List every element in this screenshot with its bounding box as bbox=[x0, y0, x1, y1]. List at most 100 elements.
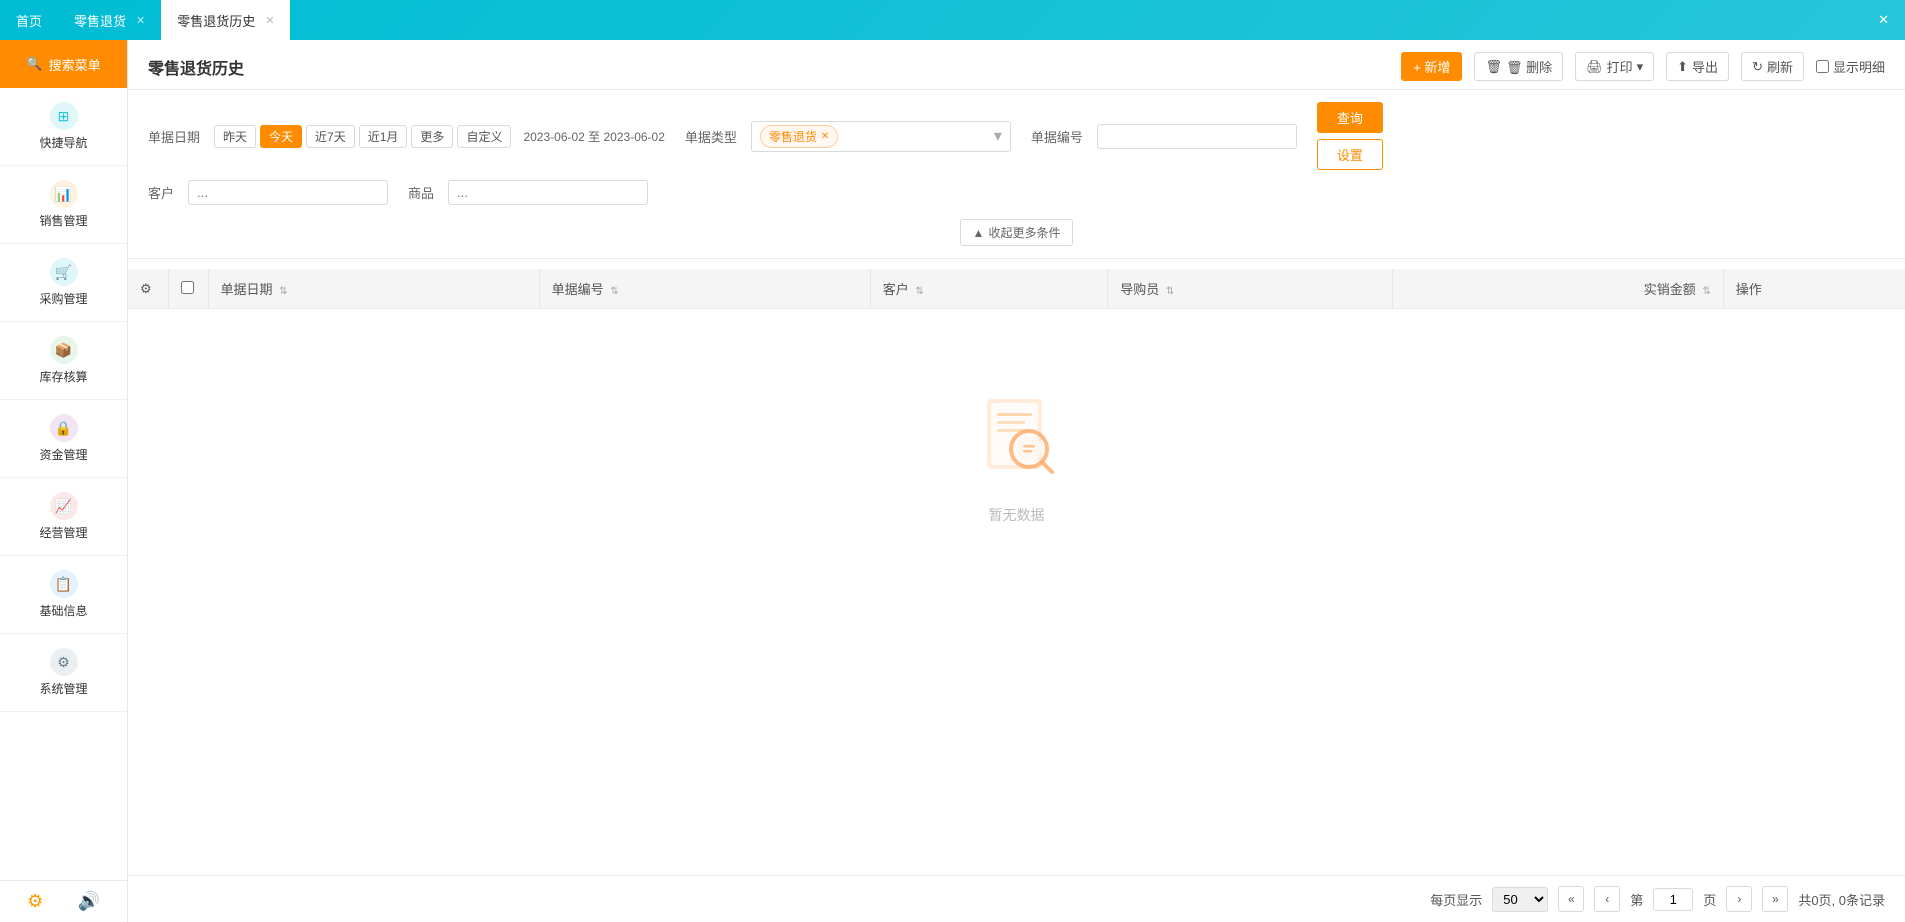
system-icon: ⚙ bbox=[50, 648, 78, 676]
th-amount[interactable]: 实销金额 ⇅ bbox=[1392, 269, 1723, 309]
th-action: 操作 bbox=[1723, 269, 1905, 309]
window-close-btn[interactable]: ✕ bbox=[1878, 12, 1905, 28]
customer-filter-input[interactable] bbox=[188, 180, 388, 205]
sidebar-item-operations[interactable]: 📈 经营管理 bbox=[0, 478, 127, 556]
date-btn-7days[interactable]: 近7天 bbox=[306, 125, 355, 148]
refresh-label: 刷新 bbox=[1767, 57, 1793, 76]
th-date-sort-icon: ⇅ bbox=[279, 286, 287, 297]
sidebar-item-quick-nav-label: 快捷导航 bbox=[39, 134, 87, 151]
date-btn-1month[interactable]: 近1月 bbox=[359, 125, 408, 148]
sidebar-item-sales-label: 销售管理 bbox=[39, 212, 87, 229]
tab-home[interactable]: + 新增 首页 bbox=[0, 0, 58, 40]
empty-state-row: 暂无数据 bbox=[128, 309, 1905, 606]
empty-state: 暂无数据 bbox=[128, 309, 1905, 605]
sidebar-search[interactable]: 🔍 搜索菜单 bbox=[0, 40, 127, 88]
tab-retail-return-close[interactable]: ✕ bbox=[136, 14, 145, 27]
empty-illustration bbox=[967, 389, 1067, 489]
sidebar-item-purchase[interactable]: 🛒 采购管理 bbox=[0, 244, 127, 322]
date-btn-yesterday[interactable]: 昨天 bbox=[214, 125, 256, 148]
page-suffix: 页 bbox=[1703, 890, 1716, 909]
sidebar-item-sales[interactable]: 📊 销售管理 bbox=[0, 166, 127, 244]
customer-filter-group: 客户 bbox=[148, 180, 388, 205]
collapse-btn-wrapper: ▲ 收起更多条件 bbox=[148, 215, 1885, 246]
type-select-chevron: ▾ bbox=[994, 126, 1002, 146]
collapse-label: 收起更多条件 bbox=[988, 224, 1060, 241]
search-icon: 🔍 bbox=[26, 56, 42, 72]
refresh-icon: ↻ bbox=[1752, 59, 1763, 75]
filter-setting-button[interactable]: 设置 bbox=[1317, 139, 1383, 170]
sidebar-item-system[interactable]: ⚙ 系统管理 bbox=[0, 634, 127, 712]
finance-icon: 🔒 bbox=[50, 414, 78, 442]
tab-retail-return-history-close[interactable]: ✕ bbox=[265, 14, 274, 27]
type-tag-close[interactable]: ✕ bbox=[821, 131, 829, 142]
page-last-btn[interactable]: » bbox=[1762, 886, 1788, 912]
goods-filter-input[interactable] bbox=[448, 180, 648, 205]
print-button[interactable]: 🖨 打印 ▾ bbox=[1575, 52, 1654, 81]
show-detail-checkbox-label[interactable]: 显示明细 bbox=[1816, 57, 1885, 76]
goods-filter-group: 商品 bbox=[408, 180, 648, 205]
th-guide-label: 导购员 bbox=[1120, 282, 1159, 297]
sidebar-search-label: 搜索菜单 bbox=[49, 55, 101, 74]
export-button[interactable]: ⬆ 导出 bbox=[1666, 52, 1729, 81]
page-input[interactable] bbox=[1653, 888, 1693, 911]
sidebar-item-finance-label: 资金管理 bbox=[39, 446, 87, 463]
print-label: 打印 bbox=[1607, 57, 1633, 76]
query-button[interactable]: 查询 bbox=[1317, 102, 1383, 133]
delete-button[interactable]: 🗑 🗑 删除 bbox=[1474, 52, 1563, 81]
tab-retail-return-history[interactable]: 零售退货历史 ✕ bbox=[161, 0, 290, 40]
page-next-btn[interactable]: › bbox=[1726, 886, 1752, 912]
date-btn-today[interactable]: 今天 bbox=[260, 125, 302, 148]
collapse-icon: ▲ bbox=[973, 226, 985, 240]
th-customer[interactable]: 客户 ⇅ bbox=[870, 269, 1108, 309]
sidebar-item-basic-info[interactable]: 📋 基础信息 bbox=[0, 556, 127, 634]
inventory-icon: 📦 bbox=[50, 336, 78, 364]
collapse-btn[interactable]: ▲ 收起更多条件 bbox=[960, 219, 1074, 246]
sales-icon: 📊 bbox=[50, 180, 78, 208]
th-action-label: 操作 bbox=[1736, 282, 1762, 297]
filter-actions: 查询 设置 bbox=[1317, 102, 1383, 170]
operations-icon: 📈 bbox=[50, 492, 78, 520]
quick-nav-icon: ⊞ bbox=[50, 102, 78, 130]
sidebar-item-quick-nav[interactable]: ⊞ 快捷导航 bbox=[0, 88, 127, 166]
empty-state-cell: 暂无数据 bbox=[128, 309, 1905, 606]
date-btn-custom[interactable]: 自定义 bbox=[457, 125, 511, 148]
th-date[interactable]: 单据日期 ⇅ bbox=[208, 269, 539, 309]
table-area: ⚙ 单据日期 ⇅ 单据编号 ⇅ 客户 ⇅ bbox=[128, 259, 1905, 875]
show-detail-label: 显示明细 bbox=[1833, 57, 1885, 76]
tab-retail-return[interactable]: 零售退货 ✕ bbox=[58, 0, 161, 40]
settings-bottom-icon[interactable]: ⚙ bbox=[27, 891, 43, 912]
sidebar-item-inventory[interactable]: 📦 库存核算 bbox=[0, 322, 127, 400]
purchase-icon: 🛒 bbox=[50, 258, 78, 286]
sidebar-item-inventory-label: 库存核算 bbox=[39, 368, 87, 385]
page-header: 零售退货历史 + 新增 🗑 🗑 删除 🖨 打印 ▾ ⬆ 导出 ↻ bbox=[128, 40, 1905, 90]
select-all-checkbox[interactable] bbox=[181, 281, 194, 294]
th-number[interactable]: 单据编号 ⇅ bbox=[539, 269, 870, 309]
th-number-sort-icon: ⇅ bbox=[610, 286, 618, 297]
refresh-button[interactable]: ↻ 刷新 bbox=[1741, 52, 1804, 81]
basic-info-icon: 📋 bbox=[50, 570, 78, 598]
tab-home-label: 首页 bbox=[16, 11, 42, 30]
print-chevron-icon: ▾ bbox=[1637, 59, 1644, 75]
th-customer-label: 客户 bbox=[883, 282, 909, 297]
page-prev-btn[interactable]: ‹ bbox=[1594, 886, 1620, 912]
type-filter-label: 单据类型 bbox=[685, 127, 737, 146]
th-date-label: 单据日期 bbox=[221, 282, 273, 297]
export-label: 导出 bbox=[1692, 57, 1718, 76]
sidebar: 🔍 搜索菜单 ⊞ 快捷导航 📊 销售管理 🛒 采购管理 📦 库存核算 🔒 bbox=[0, 40, 128, 922]
page-first-btn[interactable]: « bbox=[1558, 886, 1584, 912]
date-btn-more[interactable]: 更多 bbox=[411, 125, 453, 148]
sidebar-item-finance[interactable]: 🔒 资金管理 bbox=[0, 400, 127, 478]
table-head: ⚙ 单据日期 ⇅ 单据编号 ⇅ 客户 ⇅ bbox=[128, 269, 1905, 309]
per-page-select[interactable]: 10 20 50 100 bbox=[1492, 887, 1548, 912]
top-bar: + 新增 首页 零售退货 ✕ 零售退货历史 ✕ ✕ bbox=[0, 0, 1905, 40]
number-filter-input[interactable] bbox=[1097, 124, 1297, 149]
th-guide[interactable]: 导购员 ⇅ bbox=[1108, 269, 1392, 309]
toolbar: + 新增 🗑 🗑 删除 🖨 打印 ▾ ⬆ 导出 ↻ 刷新 bbox=[1401, 52, 1885, 81]
th-checkbox[interactable] bbox=[168, 269, 208, 309]
new-button[interactable]: + 新增 bbox=[1401, 52, 1462, 81]
goods-filter-label: 商品 bbox=[408, 183, 434, 202]
show-detail-checkbox[interactable] bbox=[1816, 60, 1829, 73]
type-select-wrapper[interactable]: 零售退货 ✕ ▾ bbox=[751, 121, 1011, 152]
th-setting[interactable]: ⚙ bbox=[128, 269, 168, 309]
audio-icon[interactable]: 🔊 bbox=[77, 891, 99, 912]
